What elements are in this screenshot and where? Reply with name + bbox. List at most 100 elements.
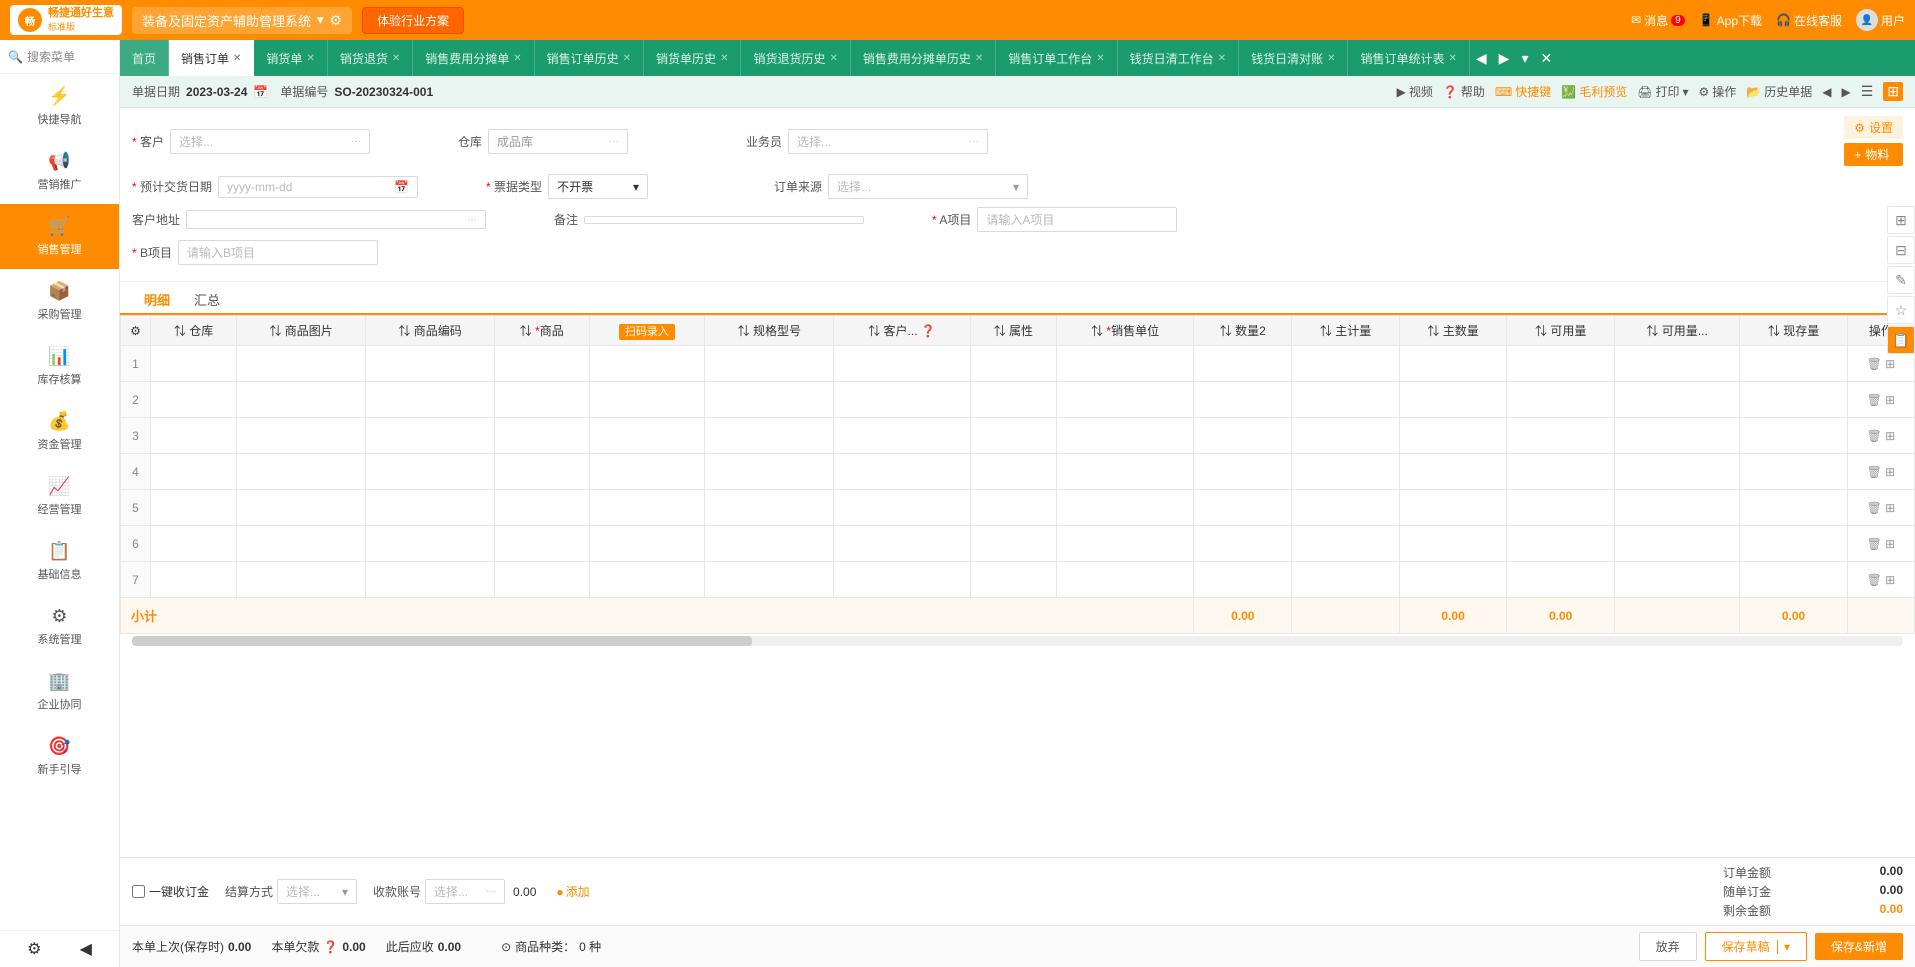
print-btn[interactable]: 🖨 打印 ▾ <box>1637 83 1688 100</box>
add-goods-btn[interactable]: + 物料 <box>1844 143 1903 166</box>
salesman-input[interactable]: 选择... ··· <box>788 129 988 154</box>
tab-workbench[interactable]: 销售订单工作台 ✕ <box>996 40 1117 76</box>
receipt-ellipsis[interactable]: ··· <box>486 886 496 897</box>
col-product-img[interactable]: ⇅ 商品图片 <box>237 316 366 346</box>
right-panel-btn-1[interactable]: ⊞ <box>1887 206 1915 234</box>
online-support-btn[interactable]: 🎧 在线客服 <box>1776 12 1842 29</box>
tab-next-btn[interactable]: ▶ <box>1493 50 1516 67</box>
shortcut-btn[interactable]: ⌨ 快捷键 <box>1495 83 1551 100</box>
customer-input[interactable]: 选择... ··· <box>170 129 370 154</box>
prev-record-btn[interactable]: ◀ <box>1822 85 1831 99</box>
tab-daily-workbench[interactable]: 钱货日清工作台 ✕ <box>1118 40 1239 76</box>
horizontal-scrollbar[interactable] <box>132 636 1903 646</box>
row-6-copy-icon[interactable]: ⊞ <box>1885 537 1895 551</box>
row-1-code[interactable] <box>366 346 495 382</box>
note-input[interactable] <box>584 216 864 224</box>
tab-expense-split-close[interactable]: ✕ <box>513 53 521 64</box>
row-1-main-qty[interactable] <box>1399 346 1507 382</box>
tab-sales-doc-close[interactable]: ✕ <box>306 53 314 64</box>
row-2-unit[interactable] <box>1056 382 1193 418</box>
industry-btn[interactable]: 体验行业方案 <box>362 7 464 34</box>
tab-home[interactable]: 首页 <box>120 40 169 76</box>
calendar-icon[interactable]: 📅 <box>253 85 268 99</box>
row-4-copy-icon[interactable]: ⊞ <box>1885 465 1895 479</box>
profit-btn[interactable]: 💹 毛利预览 <box>1561 83 1627 100</box>
tab-close-all-btn[interactable]: ✕ <box>1534 50 1558 67</box>
row-2-main-qty[interactable] <box>1399 382 1507 418</box>
col-settings[interactable]: ⚙ <box>121 316 151 346</box>
save-btn[interactable]: 保存&新增 <box>1815 933 1903 960</box>
history-btn[interactable]: 📂 历史单据 <box>1746 83 1812 100</box>
customer-ellipsis[interactable]: ··· <box>351 136 361 147</box>
tab-sales-doc[interactable]: 销货单 ✕ <box>254 40 327 76</box>
delivery-date-input[interactable]: yyyy-mm-dd 📅 <box>218 176 418 198</box>
address-ellipsis[interactable]: ··· <box>467 214 477 225</box>
a-project-input[interactable]: 请输入A项目 <box>977 207 1177 232</box>
col-qty2[interactable]: ⇅ 数量2 <box>1194 316 1292 346</box>
receipt-no-input[interactable]: 选择... ··· <box>425 879 505 904</box>
row-2-delete-icon[interactable]: 🗑 <box>1867 393 1882 407</box>
tab-order-stats[interactable]: 销售订单统计表 ✕ <box>1348 40 1469 76</box>
sidebar-item-operation[interactable]: 📈 经营管理 <box>0 464 119 529</box>
message-btn[interactable]: ✉ 消息 9 <box>1631 12 1685 29</box>
row-1-cust-code[interactable] <box>834 346 971 382</box>
preview-btn[interactable]: ▶ 视频 <box>1397 83 1433 100</box>
draft-arrow[interactable]: ▾ <box>1777 940 1790 954</box>
sidebar-item-marketing[interactable]: 📢 营销推广 <box>0 139 119 204</box>
sidebar-item-quick-nav[interactable]: ⚡ 快捷导航 <box>0 74 119 139</box>
right-panel-btn-2[interactable]: ⊟ <box>1887 236 1915 264</box>
delivery-calendar-icon[interactable]: 📅 <box>394 180 409 194</box>
tab-sales-return[interactable]: 销货退货 ✕ <box>328 40 413 76</box>
sidebar-item-basic-info[interactable]: 📋 基础信息 <box>0 529 119 594</box>
sidebar-collapse-icon[interactable]: ◀ <box>80 939 92 959</box>
sidebar-item-enterprise[interactable]: 🏢 企业协同 <box>0 659 119 724</box>
one-click-checkbox[interactable]: 一键收订金 <box>132 883 209 900</box>
tab-daily-workbench-close[interactable]: ✕ <box>1218 53 1226 64</box>
right-panel-btn-4[interactable]: ☆ <box>1887 296 1915 324</box>
col-product-code[interactable]: ⇅ 商品编码 <box>366 316 495 346</box>
app-download-btn[interactable]: 📱 App下载 <box>1699 12 1762 29</box>
address-input[interactable]: ··· <box>186 210 486 229</box>
tab-order-history-close[interactable]: ✕ <box>623 53 631 64</box>
order-source-input[interactable]: 选择... ▾ <box>828 174 1028 199</box>
tab-sales-order-close[interactable]: ✕ <box>233 53 241 64</box>
col-attribute[interactable]: ⇅ 属性 <box>970 316 1056 346</box>
tab-return-history-close[interactable]: ✕ <box>829 53 837 64</box>
payment-method-input[interactable]: 选择... ▾ <box>277 879 357 904</box>
add-receipt-btn[interactable]: ● 添加 <box>556 883 589 900</box>
row-1-qty2[interactable] <box>1194 346 1292 382</box>
grid-view-btn[interactable]: ⊞ <box>1883 82 1903 101</box>
row-3-warehouse[interactable] <box>151 418 237 454</box>
row-1-delete-icon[interactable]: 🗑 <box>1867 357 1882 371</box>
row-3-copy-icon[interactable]: ⊞ <box>1885 429 1895 443</box>
row-3-delete-icon[interactable]: 🗑 <box>1867 429 1882 443</box>
warehouse-ellipsis[interactable]: ··· <box>609 136 619 147</box>
sidebar-settings-icon[interactable]: ⚙ <box>27 939 41 959</box>
row-1-spec[interactable] <box>705 346 834 382</box>
scan-btn[interactable]: 扫码录入 <box>619 324 675 340</box>
row-5-delete-icon[interactable]: 🗑 <box>1867 501 1882 515</box>
tab-return-history[interactable]: 销货退货历史 ✕ <box>741 40 850 76</box>
operation-btn[interactable]: ⚙ 操作 <box>1698 83 1736 100</box>
sidebar-item-finance[interactable]: 💰 资金管理 <box>0 399 119 464</box>
sidebar-item-guide[interactable]: 🎯 新手引导 <box>0 724 119 789</box>
col-scan[interactable]: 扫码录入 <box>589 316 705 346</box>
user-btn[interactable]: 👤 用户 <box>1856 9 1905 31</box>
tab-daily-reconcile-close[interactable]: ✕ <box>1327 53 1335 64</box>
next-record-btn[interactable]: ▶ <box>1841 85 1850 99</box>
sidebar-item-inventory[interactable]: 📊 库存核算 <box>0 334 119 399</box>
row-2-copy-icon[interactable]: ⊞ <box>1885 393 1895 407</box>
tab-doc-history-close[interactable]: ✕ <box>720 53 728 64</box>
tab-sales-return-close[interactable]: ✕ <box>392 53 400 64</box>
sidebar-item-purchase[interactable]: 📦 采购管理 <box>0 269 119 334</box>
salesman-ellipsis[interactable]: ··· <box>969 136 979 147</box>
tab-order-stats-close[interactable]: ✕ <box>1449 53 1457 64</box>
col-product[interactable]: ⇅ *商品 <box>495 316 590 346</box>
tab-summary[interactable]: 汇总 <box>182 286 232 315</box>
tab-expense-history-close[interactable]: ✕ <box>975 53 983 64</box>
col-spec[interactable]: ⇅ 规格型号 <box>705 316 834 346</box>
right-panel-btn-5[interactable]: 📋 <box>1887 326 1915 354</box>
row-4-delete-icon[interactable]: 🗑 <box>1867 465 1882 479</box>
warehouse-input[interactable]: 成品库 ··· <box>488 129 628 154</box>
sidebar-search[interactable]: 🔍 搜索菜单 <box>0 40 119 74</box>
